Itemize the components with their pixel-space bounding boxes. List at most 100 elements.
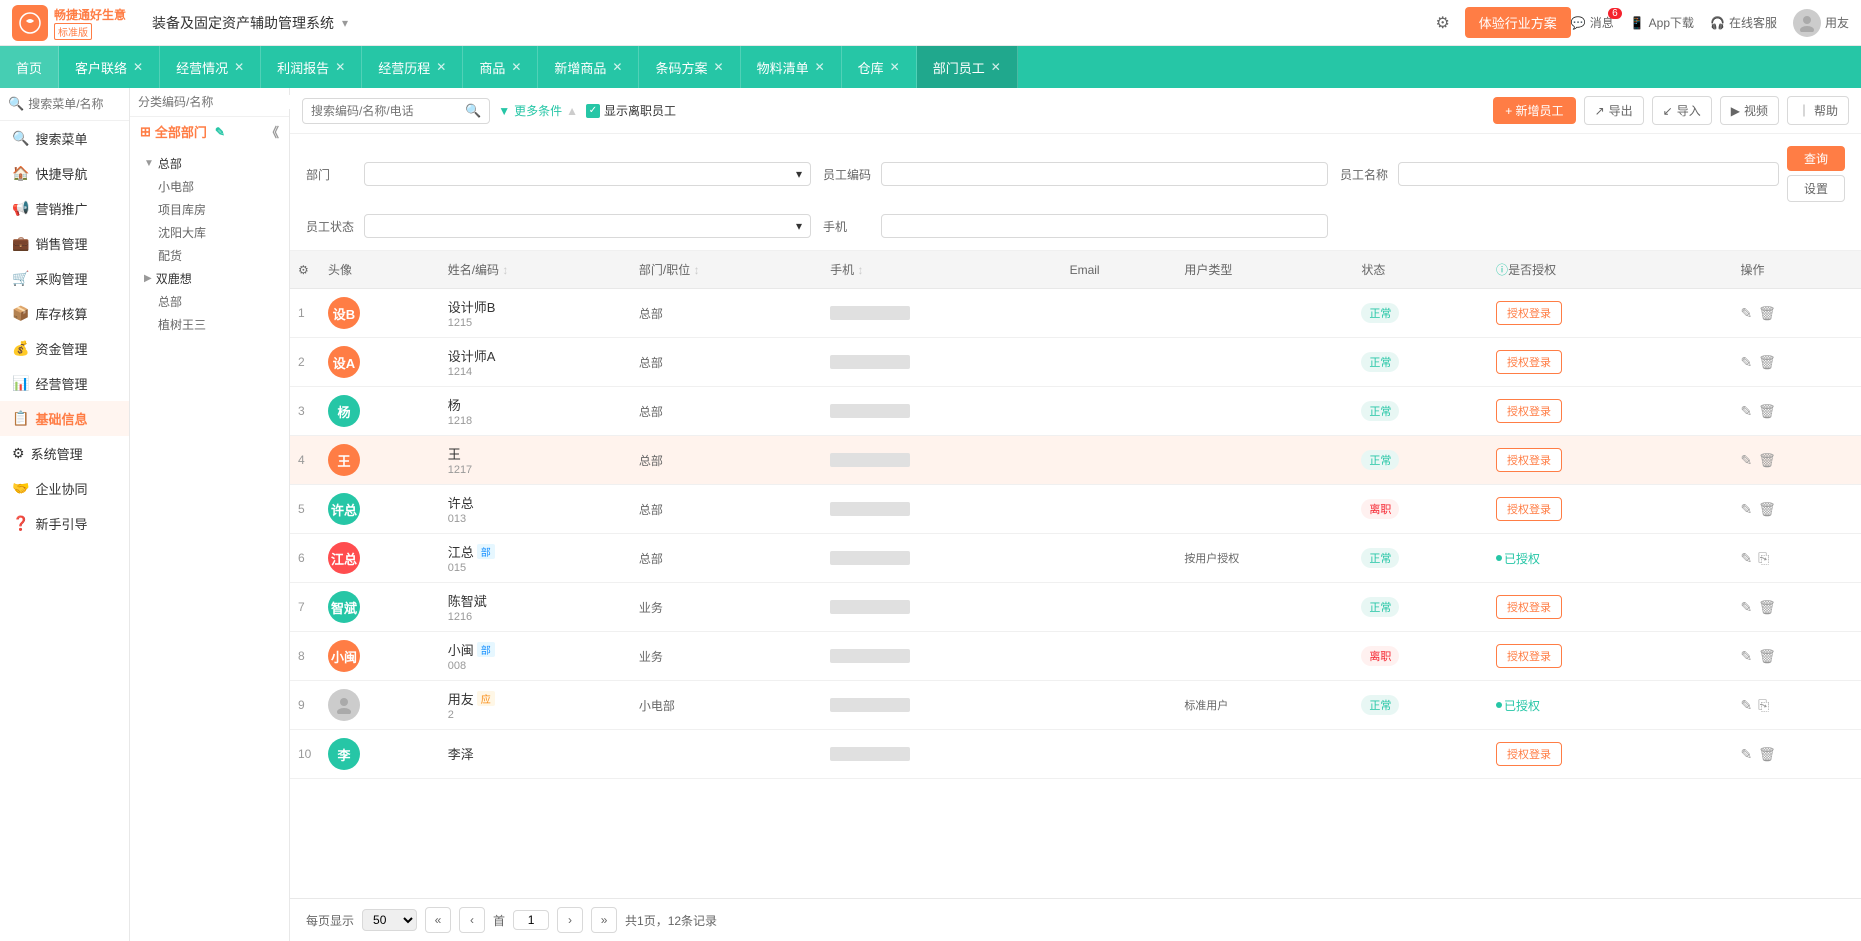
auth-button[interactable]: 授权登录: [1496, 301, 1562, 325]
edit-icon[interactable]: ✎: [1740, 354, 1752, 371]
dept-search-box[interactable]: 🔍: [130, 88, 289, 117]
close-icon[interactable]: ✕: [234, 60, 244, 74]
sidebar-item-basic[interactable]: 📋 基础信息: [0, 401, 129, 436]
more-filter-button[interactable]: ▼ 更多条件 ▲: [498, 102, 578, 119]
copy-icon[interactable]: ⎘: [1758, 550, 1769, 567]
per-page-select[interactable]: 50 100 200: [362, 909, 417, 931]
delete-icon[interactable]: 🗑: [1758, 403, 1776, 420]
first-page-button[interactable]: «: [425, 907, 451, 933]
dept-node-zhishu[interactable]: 植树王三: [130, 313, 289, 336]
sidebar-item-system[interactable]: ⚙ 系统管理: [0, 436, 129, 471]
employee-search-input[interactable]: [311, 104, 461, 118]
dropdown-arrow-icon[interactable]: ▾: [342, 16, 348, 30]
delete-icon[interactable]: 🗑: [1758, 746, 1776, 763]
tab-barcode[interactable]: 条码方案✕: [639, 46, 740, 88]
edit-icon[interactable]: ✎: [1740, 599, 1752, 616]
dept-search-input[interactable]: [138, 95, 293, 109]
online-service-button[interactable]: 🎧 在线客服: [1710, 14, 1777, 31]
emp-name-input[interactable]: [1398, 162, 1779, 186]
tab-customer[interactable]: 客户联络✕: [59, 46, 160, 88]
phone-input[interactable]: [881, 214, 1328, 238]
tab-home[interactable]: 首页: [0, 46, 59, 88]
edit-icon[interactable]: ✎: [1740, 501, 1752, 518]
dept-node-shenyang[interactable]: 沈阳大库: [130, 221, 289, 244]
prev-page-button[interactable]: ‹: [459, 907, 485, 933]
user-menu[interactable]: 用友: [1793, 9, 1849, 37]
close-icon[interactable]: ✕: [714, 60, 724, 74]
edit-icon[interactable]: ✎: [1740, 697, 1752, 714]
dept-node-zongbu[interactable]: ▼ 总部: [130, 152, 289, 175]
last-page-button[interactable]: »: [591, 907, 617, 933]
sidebar-item-sales[interactable]: 💼 销售管理: [0, 226, 129, 261]
settings-col-icon[interactable]: ⚙: [298, 263, 309, 277]
sidebar-search-input[interactable]: [28, 97, 130, 111]
show-resign-checkbox[interactable]: ✓ 显示离职员工: [586, 102, 676, 119]
delete-icon[interactable]: 🗑: [1758, 501, 1776, 518]
auth-button[interactable]: 授权登录: [1496, 399, 1562, 423]
edit-icon[interactable]: ✎: [1740, 648, 1752, 665]
tab-profit[interactable]: 利润报告✕: [261, 46, 362, 88]
auth-button[interactable]: 授权登录: [1496, 742, 1562, 766]
sidebar-item-purchase[interactable]: 🛒 采购管理: [0, 261, 129, 296]
set-button[interactable]: 设置: [1787, 175, 1845, 202]
status-select[interactable]: ▾: [364, 214, 811, 238]
sidebar-item-inventory[interactable]: 📦 库存核算: [0, 296, 129, 331]
sidebar-search-box[interactable]: 🔍: [0, 88, 129, 121]
delete-icon[interactable]: 🗑: [1758, 305, 1776, 322]
tab-dept-staff[interactable]: 部门员工✕: [917, 46, 1018, 88]
dept-edit-icon[interactable]: ✎: [215, 125, 225, 139]
close-icon[interactable]: ✕: [133, 60, 143, 74]
import-button[interactable]: ↙ 导入: [1652, 96, 1712, 125]
edit-icon[interactable]: ✎: [1740, 305, 1752, 322]
dept-select[interactable]: ▾: [364, 162, 811, 186]
close-icon[interactable]: ✕: [436, 60, 446, 74]
sidebar-item-guide[interactable]: ❓ 新手引导: [0, 506, 129, 541]
help-button[interactable]: ｜ 帮助: [1787, 96, 1849, 125]
tab-bom[interactable]: 物料清单✕: [741, 46, 842, 88]
sidebar-item-marketing[interactable]: 📢 营销推广: [0, 191, 129, 226]
delete-icon[interactable]: 🗑: [1758, 648, 1776, 665]
edit-icon[interactable]: ✎: [1740, 746, 1752, 763]
settings-icon[interactable]: ⚙: [1429, 9, 1457, 37]
trial-button[interactable]: 体验行业方案: [1465, 7, 1571, 38]
video-button[interactable]: ▶ 视频: [1720, 96, 1779, 125]
dept-node-project[interactable]: 项目库房: [130, 198, 289, 221]
sidebar-item-search[interactable]: 🔍 搜索菜单: [0, 121, 129, 156]
sidebar-item-collab[interactable]: 🤝 企业协同: [0, 471, 129, 506]
edit-icon[interactable]: ✎: [1740, 403, 1752, 420]
message-button[interactable]: 💬 消息 6: [1571, 14, 1614, 31]
tab-warehouse[interactable]: 仓库✕: [842, 46, 917, 88]
next-page-button[interactable]: ›: [557, 907, 583, 933]
page-number-input[interactable]: [513, 910, 549, 930]
auth-button[interactable]: 授权登录: [1496, 497, 1562, 521]
add-employee-button[interactable]: + 新增员工: [1493, 97, 1575, 124]
tab-goods[interactable]: 商品✕: [463, 46, 538, 88]
dept-node-zongbu2[interactable]: 总部: [130, 290, 289, 313]
copy-icon[interactable]: ⎘: [1758, 697, 1769, 714]
close-icon[interactable]: ✕: [511, 60, 521, 74]
auth-button[interactable]: 授权登录: [1496, 644, 1562, 668]
dept-node-shuanglu[interactable]: ▶ 双鹿想: [130, 267, 289, 290]
tab-add-goods[interactable]: 新增商品✕: [538, 46, 639, 88]
employee-search-box[interactable]: 🔍: [302, 98, 490, 124]
sidebar-item-shortcut[interactable]: 🏠 快捷导航: [0, 156, 129, 191]
close-icon[interactable]: ✕: [335, 60, 345, 74]
app-download-button[interactable]: 📱 App下载: [1630, 14, 1694, 31]
tab-operation[interactable]: 经营情况✕: [160, 46, 261, 88]
delete-icon[interactable]: 🗑: [1758, 599, 1776, 616]
col-phone[interactable]: 手机 ↕: [822, 251, 1061, 289]
dept-node-xiaodianbу[interactable]: 小电部: [130, 175, 289, 198]
sidebar-item-finance[interactable]: 💰 资金管理: [0, 331, 129, 366]
edit-icon[interactable]: ✎: [1740, 452, 1752, 469]
dept-node-peihuo[interactable]: 配货: [130, 244, 289, 267]
dept-all-header[interactable]: ⊞ 全部部门 ✎ 《: [130, 117, 289, 146]
tab-history[interactable]: 经营历程✕: [362, 46, 463, 88]
delete-icon[interactable]: 🗑: [1758, 452, 1776, 469]
auth-button[interactable]: 授权登录: [1496, 448, 1562, 472]
col-name-code[interactable]: 姓名/编码 ↕: [440, 251, 631, 289]
search-button[interactable]: 查询: [1787, 146, 1845, 171]
close-icon[interactable]: ✕: [890, 60, 900, 74]
edit-icon[interactable]: ✎: [1740, 550, 1752, 567]
dept-collapse-icon[interactable]: 《: [266, 122, 279, 141]
sidebar-item-management[interactable]: 📊 经营管理: [0, 366, 129, 401]
